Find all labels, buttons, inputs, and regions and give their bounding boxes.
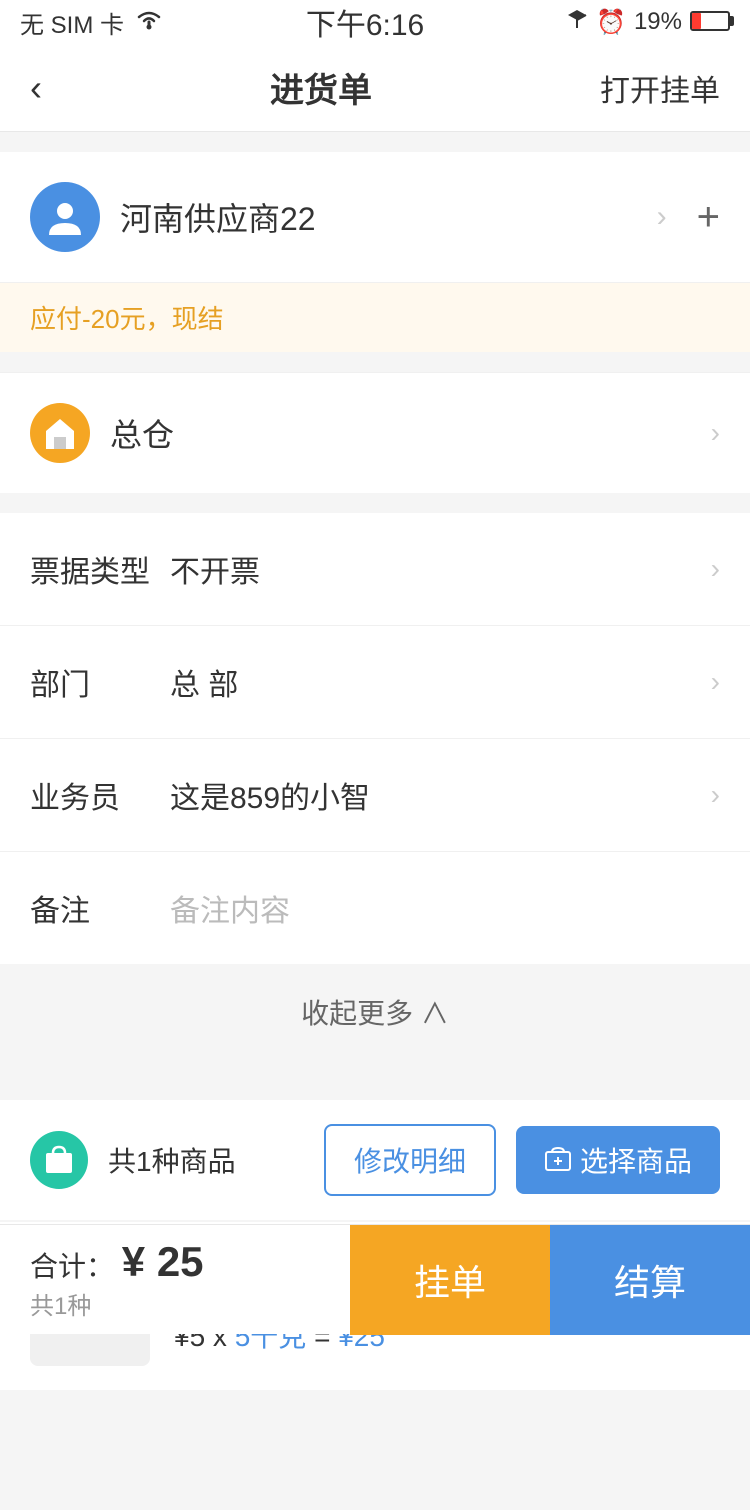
invoice-type-label: 票据类型 (30, 547, 150, 591)
products-divider (0, 1060, 750, 1080)
collapse-button[interactable]: 收起更多 ∧ (0, 964, 750, 1060)
staff-value: 这是859的小智 (150, 773, 711, 817)
staff-row[interactable]: 业务员 这是859的小智 › (0, 739, 750, 852)
department-value: 总 部 (150, 660, 711, 704)
notice-text: 应付-20元，现结 (30, 304, 224, 334)
form-section: 票据类型 不开票 › 部门 总 部 › 业务员 这是859的小智 › 备注 备注… (0, 513, 750, 964)
page-title: 进货单 (270, 63, 372, 112)
alarm-icon: ⏰ (596, 8, 626, 37)
invoice-type-value: 不开票 (150, 547, 711, 591)
remarks-label: 备注 (30, 886, 150, 930)
products-count: 共1种商品 (108, 1140, 304, 1180)
invoice-type-row[interactable]: 票据类型 不开票 › (0, 513, 750, 626)
add-supplier-button[interactable]: + (697, 195, 720, 240)
staff-label: 业务员 (30, 773, 150, 817)
remarks-row[interactable]: 备注 备注内容 (0, 852, 750, 964)
nav-bar: ‹ 进货单 打开挂单 (0, 44, 750, 132)
edit-detail-button[interactable]: 修改明细 (324, 1124, 496, 1196)
top-divider (0, 132, 750, 152)
wifi-icon (134, 8, 164, 37)
total-row: 合计： ¥ 25 (30, 1238, 320, 1286)
department-label: 部门 (30, 660, 150, 704)
suspend-button[interactable]: 挂单 (350, 1225, 550, 1335)
products-icon (30, 1131, 88, 1189)
warehouse-chevron-icon: › (711, 417, 720, 449)
total-label: 合计： (30, 1251, 114, 1282)
status-bar: 无 SIM 卡 下午6:16 ⏰ 19% (0, 0, 750, 44)
total-amount: ¥ 25 (122, 1238, 204, 1285)
warehouse-divider (0, 352, 750, 372)
select-product-button[interactable]: 选择商品 (516, 1126, 720, 1194)
invoice-type-chevron-icon: › (711, 553, 720, 585)
battery-icon (690, 8, 730, 36)
status-bar-time: 下午6:16 (306, 0, 424, 44)
checkout-button[interactable]: 结算 (550, 1225, 750, 1335)
warehouse-name: 总仓 (110, 410, 711, 456)
supplier-avatar (30, 182, 100, 252)
status-bar-left: 无 SIM 卡 (20, 5, 164, 40)
warehouse-row[interactable]: 总仓 › (0, 372, 750, 493)
supplier-row[interactable]: 河南供应商22 › + (0, 152, 750, 283)
status-bar-right: ⏰ 19% (566, 8, 730, 37)
open-suspend-button[interactable]: 打开挂单 (600, 66, 720, 110)
battery-percentage: 19% (634, 8, 682, 36)
bottom-bar: 合计： ¥ 25 共1种 挂单 结算 (0, 1224, 750, 1334)
select-product-label: 选择商品 (580, 1140, 692, 1180)
remarks-input[interactable]: 备注内容 (150, 886, 720, 930)
warehouse-section: 总仓 › (0, 372, 750, 493)
supplier-section: 河南供应商22 › + 应付-20元，现结 (0, 152, 750, 352)
collapse-label: 收起更多 ∧ (301, 998, 449, 1029)
supplier-name: 河南供应商22 (120, 194, 657, 240)
total-section: 合计： ¥ 25 共1种 (0, 1238, 350, 1321)
products-header: 共1种商品 修改明细 选择商品 (0, 1100, 750, 1220)
supplier-chevron-icon: › (657, 200, 667, 234)
carrier-label: 无 SIM 卡 (20, 5, 124, 40)
bottom-spacer (0, 1390, 750, 1510)
staff-chevron-icon: › (711, 779, 720, 811)
notice-bar: 应付-20元，现结 (0, 283, 750, 352)
total-count: 共1种 (30, 1286, 320, 1321)
location-icon (566, 8, 588, 37)
back-button[interactable]: ‹ (30, 67, 42, 109)
department-chevron-icon: › (711, 666, 720, 698)
warehouse-icon (30, 403, 90, 463)
department-row[interactable]: 部门 总 部 › (0, 626, 750, 739)
